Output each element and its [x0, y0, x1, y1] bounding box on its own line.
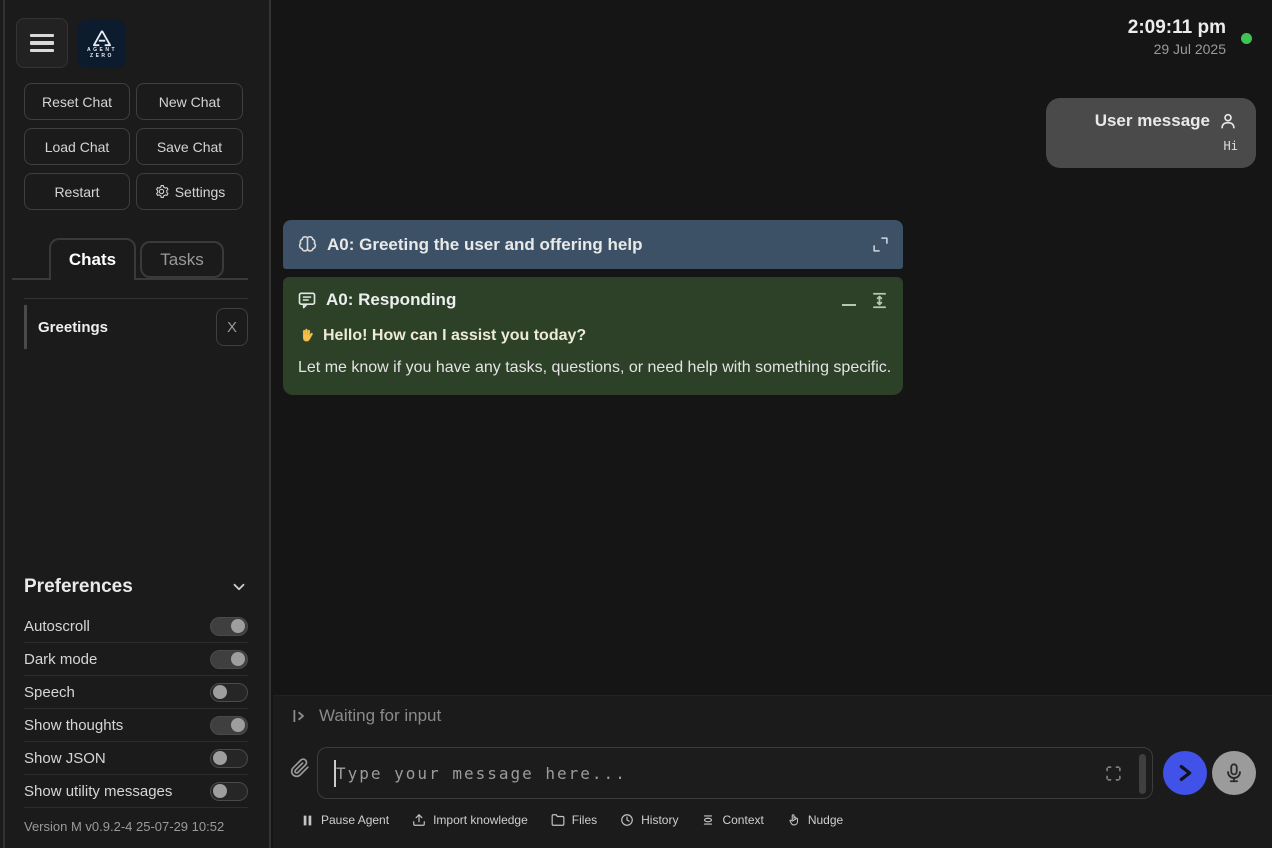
user-message: User message Hi: [1046, 98, 1256, 168]
message-input-container: [317, 747, 1153, 799]
bottom-toolbar: Pause Agent Import knowledge Files Histo…: [301, 813, 843, 827]
tab-tasks[interactable]: Tasks: [140, 241, 224, 278]
send-button[interactable]: [1163, 751, 1207, 795]
user-message-text: Hi: [1223, 139, 1238, 153]
text-caret: [334, 760, 336, 787]
chevron-down-icon: [233, 583, 245, 591]
agent-thought-message: A0: Greeting the user and offering help: [283, 220, 903, 269]
show-json-toggle[interactable]: [210, 748, 248, 768]
version-label: Version M v0.9.2-4 25-07-29 10:52: [24, 819, 225, 834]
show-thoughts-toggle[interactable]: [210, 715, 248, 735]
wave-emoji-icon: [302, 328, 313, 342]
triangle-logo-icon: [93, 30, 112, 47]
sidebar: AGENT ZERO Reset Chat New Chat Load Chat…: [0, 0, 271, 848]
save-chat-button[interactable]: Save Chat: [136, 128, 243, 165]
waiting-input-icon: [293, 710, 304, 722]
settings-button[interactable]: Settings: [136, 173, 243, 210]
chat-close-button[interactable]: X: [216, 308, 248, 346]
preferences-list: Autoscroll Dark mode Speech Show thought…: [24, 610, 248, 808]
microphone-button[interactable]: [1212, 751, 1256, 795]
input-scrollbar[interactable]: [1139, 754, 1146, 794]
input-panel: Waiting for input Pause Agen: [273, 695, 1272, 848]
pref-row-show-utility: Show utility messages: [24, 775, 248, 808]
chat-bubble-icon: [298, 292, 316, 309]
reset-chat-button[interactable]: Reset Chat: [24, 83, 130, 120]
expand-height-icon[interactable]: [870, 291, 889, 310]
logo-text-line2: ZERO: [90, 53, 114, 59]
pref-row-dark-mode: Dark mode: [24, 643, 248, 676]
speech-toggle[interactable]: [210, 682, 248, 702]
import-knowledge-button[interactable]: Import knowledge: [412, 813, 528, 827]
show-utility-toggle[interactable]: [210, 781, 248, 801]
minimize-icon[interactable]: [842, 303, 856, 307]
chat-list-item-greetings[interactable]: Greetings X: [24, 305, 248, 349]
send-arrow-icon: [1179, 764, 1192, 782]
pref-row-show-thoughts: Show thoughts: [24, 709, 248, 742]
preferences-header[interactable]: Preferences: [24, 576, 248, 598]
restart-button[interactable]: Restart: [24, 173, 130, 210]
agent-zero-logo: AGENT ZERO: [78, 20, 126, 68]
files-button[interactable]: Files: [551, 813, 597, 827]
history-clock-icon: [621, 814, 633, 826]
person-icon: [1221, 113, 1235, 129]
sidebar-button-grid: Reset Chat New Chat Load Chat Save Chat …: [24, 83, 243, 210]
context-button[interactable]: Context: [701, 813, 764, 827]
nudge-button[interactable]: Nudge: [787, 813, 843, 827]
agent-response-body: Let me know if you have any tasks, quest…: [298, 359, 892, 376]
online-status-dot: [1241, 33, 1252, 44]
pref-row-show-json: Show JSON: [24, 742, 248, 775]
close-icon: X: [226, 318, 237, 336]
expand-icon[interactable]: [872, 236, 889, 253]
brain-icon: [298, 235, 317, 252]
nudge-hand-icon: [789, 814, 798, 826]
agent-status-text: Waiting for input: [319, 706, 442, 725]
agent-messages: A0: Greeting the user and offering help …: [283, 220, 903, 395]
pause-agent-button[interactable]: Pause Agent: [301, 813, 389, 827]
pref-row-autoscroll: Autoscroll: [24, 610, 248, 643]
sidebar-scrollbar[interactable]: [3, 0, 5, 848]
preferences-title: Preferences: [24, 576, 133, 597]
clock: 2:09:11 pm 29 Jul 2025: [1128, 17, 1226, 57]
autoscroll-toggle[interactable]: [210, 616, 248, 636]
agent-response-message: A0: Responding Hello! How can I assist y…: [283, 277, 903, 395]
chat-list-divider: [24, 298, 248, 299]
clock-time: 2:09:11 pm: [1127, 17, 1226, 38]
upload-icon: [413, 814, 425, 826]
dark-mode-toggle[interactable]: [210, 649, 248, 669]
microphone-icon: [1227, 763, 1241, 783]
gear-icon: [155, 185, 169, 198]
message-input[interactable]: [318, 748, 1152, 798]
user-message-title: User message: [1094, 111, 1210, 130]
menu-button[interactable]: [16, 18, 68, 68]
sidebar-tabs: Chats Tasks: [12, 238, 248, 280]
load-chat-button[interactable]: Load Chat: [24, 128, 130, 165]
pref-row-speech: Speech: [24, 676, 248, 709]
folder-icon: [551, 814, 565, 826]
clock-date: 29 Jul 2025: [1153, 41, 1226, 57]
agent-response-greeting: Hello! How can I assist you today?: [323, 327, 587, 344]
history-button[interactable]: History: [620, 813, 678, 827]
tab-chats[interactable]: Chats: [49, 238, 136, 280]
agent-status: Waiting for input: [291, 706, 441, 726]
chat-item-label: Greetings: [38, 318, 109, 336]
agent-response-title: A0: Responding: [326, 290, 457, 309]
fullscreen-input-icon[interactable]: [1105, 765, 1122, 782]
context-icon: [704, 815, 713, 825]
paperclip-icon: [290, 758, 309, 778]
hamburger-icon: [30, 33, 54, 38]
agent-thought-title: A0: Greeting the user and offering help: [327, 234, 643, 254]
attach-button[interactable]: [290, 755, 310, 781]
new-chat-button[interactable]: New Chat: [136, 83, 243, 120]
pause-icon: [303, 815, 312, 825]
